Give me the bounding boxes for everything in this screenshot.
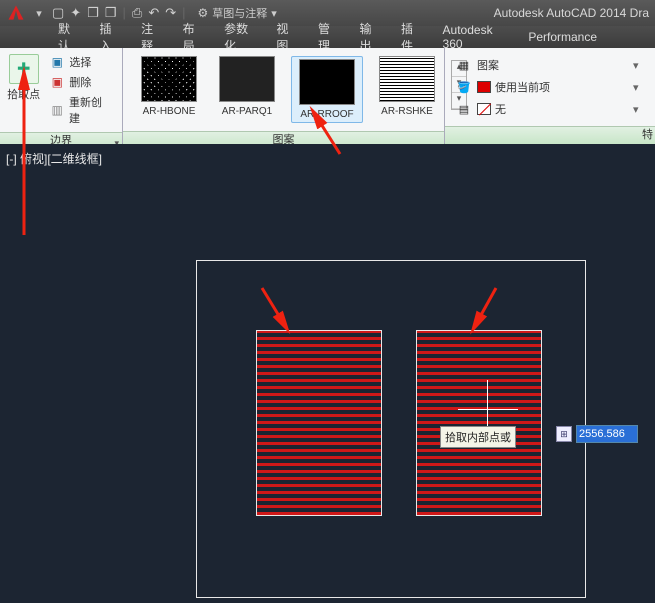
app-title: Autodesk AutoCAD 2014 Dra bbox=[494, 6, 655, 20]
dynamic-input: ⊞ bbox=[556, 425, 638, 443]
hatched-rect-left bbox=[256, 330, 382, 516]
pattern-swatch bbox=[219, 56, 275, 102]
remove-icon: ▣ bbox=[49, 74, 65, 90]
tab-performance[interactable]: Performance bbox=[518, 27, 607, 47]
prop-bg-label: 无 bbox=[495, 101, 629, 117]
hatched-rect-right bbox=[416, 330, 542, 516]
recreate-label: 重新创建 bbox=[69, 94, 112, 126]
command-tooltip: 拾取内部点或 bbox=[440, 426, 516, 448]
prop-color-label: 使用当前项 bbox=[495, 79, 629, 95]
panel-boundary: ✚ 拾取点 ▣ 选择 ▣ 删除 ▥ 重新创建 边界 ▾ bbox=[0, 48, 123, 143]
color-swatch-none bbox=[477, 103, 491, 115]
pattern-ar-parq1[interactable]: AR-PARQ1 bbox=[213, 56, 281, 117]
hatch-fill bbox=[257, 331, 381, 515]
recreate-button[interactable]: ▥ 重新创建 bbox=[45, 92, 116, 128]
app-logo[interactable] bbox=[0, 1, 32, 25]
chevron-down-icon[interactable]: ▾ bbox=[633, 59, 645, 72]
pattern-label: AR-RROOF bbox=[300, 109, 353, 120]
remove-button[interactable]: ▣ 删除 bbox=[45, 72, 116, 92]
color-swatch-red bbox=[477, 81, 491, 93]
pattern-swatch bbox=[299, 59, 355, 105]
pattern-label: AR-HBONE bbox=[143, 106, 196, 117]
recreate-icon: ▥ bbox=[49, 102, 65, 118]
pattern-ar-rroof[interactable]: AR-RROOF bbox=[291, 56, 363, 123]
prop-color[interactable]: 🪣 使用当前项 ▾ bbox=[455, 76, 645, 98]
panel-properties-title: 特 bbox=[445, 126, 655, 144]
pattern-ar-rshke[interactable]: AR-RSHKE bbox=[373, 56, 441, 117]
prop-pattern[interactable]: ▦ 图案 ▾ bbox=[455, 54, 645, 76]
viewport-label[interactable]: [-] 俯视][二维线框] bbox=[6, 150, 102, 167]
prop-background[interactable]: ▤ 无 ▾ bbox=[455, 98, 645, 120]
coord-input[interactable] bbox=[576, 425, 638, 443]
select-label: 选择 bbox=[69, 54, 91, 70]
pattern-ar-hbone[interactable]: AR-HBONE bbox=[135, 56, 203, 117]
bucket-icon: 🪣 bbox=[455, 79, 473, 95]
chevron-down-icon[interactable]: ▾ bbox=[633, 81, 645, 94]
chevron-down-icon[interactable]: ▾ bbox=[633, 103, 645, 116]
remove-label: 删除 bbox=[69, 74, 91, 90]
drawing-canvas[interactable]: [-] 俯视][二维线框] 拾取内部点或 ⊞ bbox=[0, 144, 655, 603]
pick-points-icon: ✚ bbox=[17, 59, 30, 79]
pick-points-button[interactable]: ✚ 拾取点 bbox=[6, 52, 41, 102]
pattern-swatch bbox=[379, 56, 435, 102]
pattern-swatch bbox=[141, 56, 197, 102]
panel-pattern: AR-HBONE AR-PARQ1 AR-RROOF AR-RSHKE ▴ ▾ bbox=[123, 48, 445, 143]
pattern-label: AR-RSHKE bbox=[381, 106, 433, 117]
ribbon: ✚ 拾取点 ▣ 选择 ▣ 删除 ▥ 重新创建 边界 ▾ bbox=[0, 48, 655, 144]
layer-icon: ▤ bbox=[455, 101, 473, 117]
pattern-label: AR-PARQ1 bbox=[222, 106, 272, 117]
select-icon: ▣ bbox=[49, 54, 65, 70]
panel-properties: ▦ 图案 ▾ 🪣 使用当前项 ▾ ▤ 无 ▾ 特 bbox=[445, 48, 655, 143]
hatch-fill bbox=[417, 331, 541, 515]
hatch-pattern-icon: ▦ bbox=[455, 57, 473, 73]
prop-pattern-label: 图案 bbox=[477, 57, 629, 73]
select-button[interactable]: ▣ 选择 bbox=[45, 52, 116, 72]
app-menu-dropdown-icon[interactable]: ▾ bbox=[32, 7, 46, 20]
dynamic-input-icon: ⊞ bbox=[556, 426, 572, 442]
pick-points-label: 拾取点 bbox=[6, 86, 41, 102]
ribbon-tabs: 默认 插入 注释 布局 参数化 视图 管理 输出 插件 Autodesk 360… bbox=[0, 26, 655, 48]
